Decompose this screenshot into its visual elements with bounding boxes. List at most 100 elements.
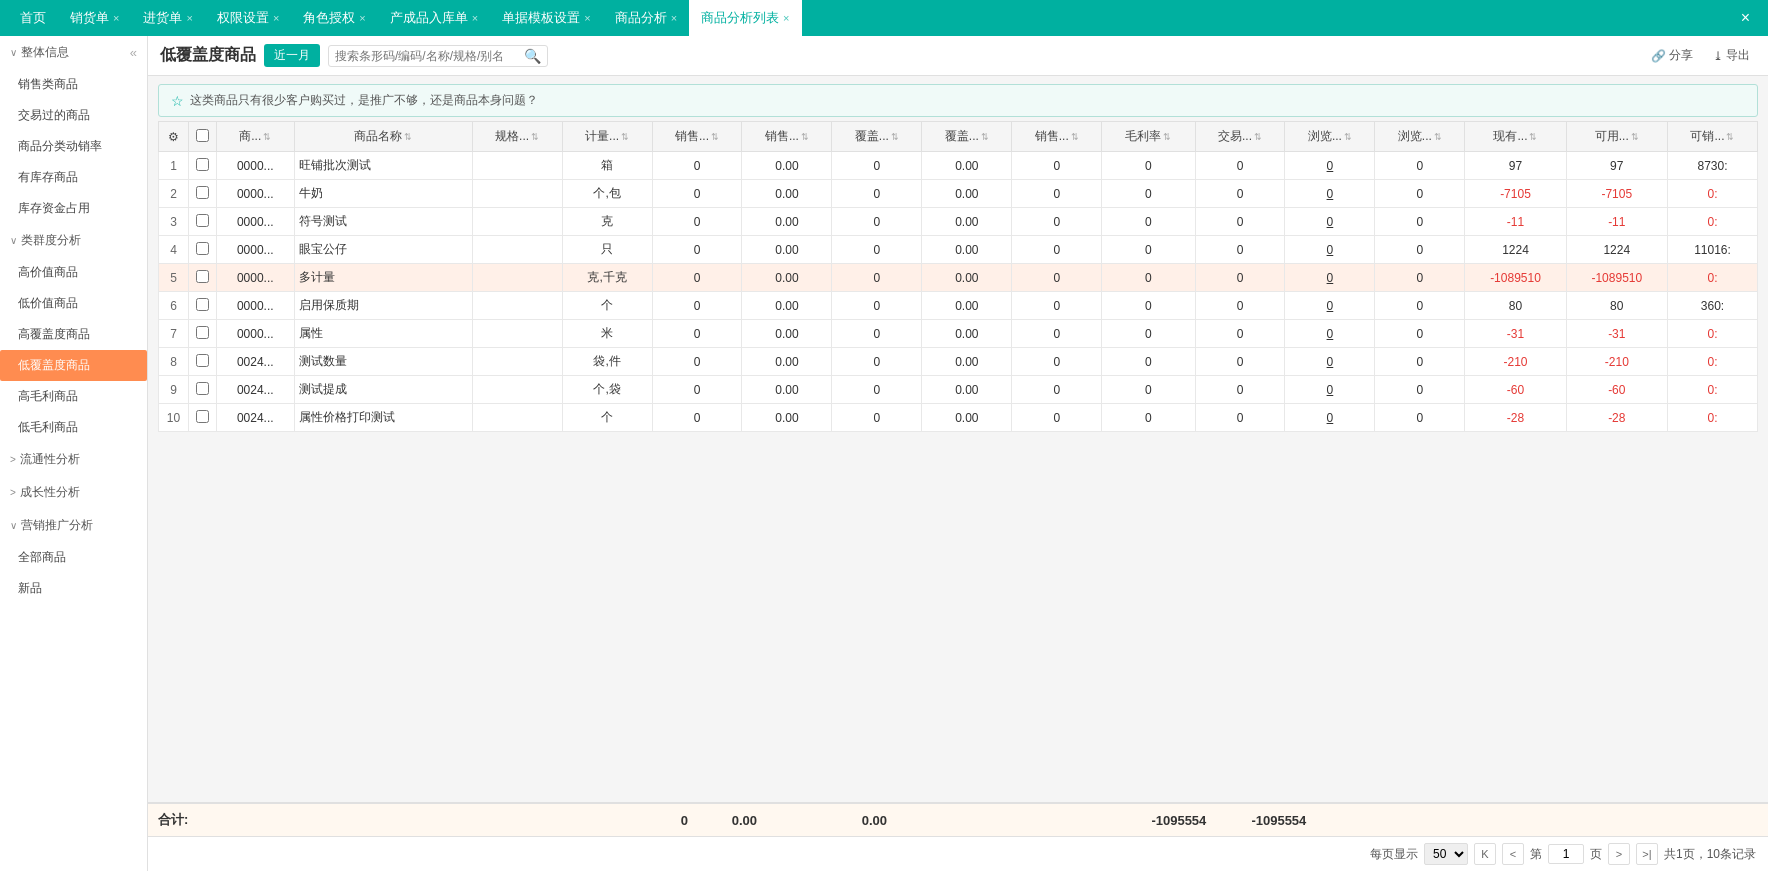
sidebar-section-growth[interactable]: > 成长性分析 (0, 476, 147, 509)
close-icon[interactable]: × (113, 12, 119, 24)
row-name[interactable]: 多计量 (294, 264, 472, 292)
window-close-button[interactable]: × (1731, 0, 1760, 36)
close-icon[interactable]: × (186, 12, 192, 24)
sidebar-item-high-margin[interactable]: 高毛利商品 (0, 381, 147, 412)
close-icon[interactable]: × (472, 12, 478, 24)
row-checkbox[interactable] (189, 376, 217, 404)
nav-product-analysis-list[interactable]: 商品分析列表 × (689, 0, 801, 36)
nav-role[interactable]: 角色授权 × (291, 0, 377, 36)
close-icon[interactable]: × (273, 12, 279, 24)
col-spec[interactable]: 规格...⇅ (472, 122, 562, 152)
col-sales-count[interactable]: 销售...⇅ (1012, 122, 1102, 152)
sidebar-item-capital[interactable]: 库存资金占用 (0, 193, 147, 224)
row-name[interactable]: 眼宝公仔 (294, 236, 472, 264)
nav-template[interactable]: 单据模板设置 × (490, 0, 602, 36)
row-gross-margin: 0 (1102, 236, 1195, 264)
row-checkbox[interactable] (189, 320, 217, 348)
row-browse1[interactable]: 0 (1285, 236, 1375, 264)
sidebar-item-low-margin[interactable]: 低毛利商品 (0, 412, 147, 443)
sidebar-item-sales-products[interactable]: 销售类商品 (0, 69, 147, 100)
nav-product-analysis[interactable]: 商品分析 × (603, 0, 689, 36)
row-name[interactable]: 测试数量 (294, 348, 472, 376)
sidebar-item-in-stock[interactable]: 有库存商品 (0, 162, 147, 193)
row-browse1[interactable]: 0 (1285, 264, 1375, 292)
row-name[interactable]: 测试提成 (294, 376, 472, 404)
row-name[interactable]: 符号测试 (294, 208, 472, 236)
sidebar-item-high-value[interactable]: 高价值商品 (0, 257, 147, 288)
nav-home[interactable]: 首页 (8, 0, 58, 36)
sidebar-item-traded[interactable]: 交易过的商品 (0, 100, 147, 131)
row-name[interactable]: 属性价格打印测试 (294, 404, 472, 432)
sidebar-item-new-products[interactable]: 新品 (0, 573, 147, 604)
row-name[interactable]: 启用保质期 (294, 292, 472, 320)
search-icon[interactable]: 🔍 (524, 48, 541, 64)
search-input[interactable] (335, 49, 524, 63)
sidebar-item-category-rate[interactable]: 商品分类动销率 (0, 131, 147, 162)
sidebar-item-high-coverage[interactable]: 高覆盖度商品 (0, 319, 147, 350)
select-all-checkbox[interactable] (196, 129, 209, 142)
row-browse1[interactable]: 0 (1285, 152, 1375, 180)
col-sales-amount[interactable]: 销售...⇅ (742, 122, 832, 152)
row-sales-amount: 0.00 (742, 208, 832, 236)
row-sales-amount: 0.00 (742, 376, 832, 404)
col-coverage1[interactable]: 覆盖...⇅ (832, 122, 922, 152)
col-sellable[interactable]: 可销...⇅ (1667, 122, 1757, 152)
row-browse1[interactable]: 0 (1285, 180, 1375, 208)
row-browse1[interactable]: 0 (1285, 376, 1375, 404)
col-unit[interactable]: 计量...⇅ (562, 122, 652, 152)
sidebar-section-overall[interactable]: ∨ 整体信息 « (0, 36, 147, 69)
row-checkbox[interactable] (189, 264, 217, 292)
sidebar-item-low-coverage[interactable]: 低覆盖度商品 (0, 350, 147, 381)
prev-page-button[interactable]: < (1502, 843, 1524, 865)
sidebar-section-marketing[interactable]: ∨ 营销推广分析 (0, 509, 147, 542)
col-gross-margin[interactable]: 毛利率⇅ (1102, 122, 1195, 152)
row-checkbox[interactable] (189, 404, 217, 432)
row-checkbox[interactable] (189, 348, 217, 376)
nav-product-warehouse[interactable]: 产成品入库单 × (378, 0, 490, 36)
row-browse1[interactable]: 0 (1285, 348, 1375, 376)
first-page-button[interactable]: K (1474, 843, 1496, 865)
col-code[interactable]: 商...⇅ (217, 122, 295, 152)
next-page-button[interactable]: > (1608, 843, 1630, 865)
row-name[interactable]: 牛奶 (294, 180, 472, 208)
row-name[interactable]: 属性 (294, 320, 472, 348)
sidebar-collapse-btn[interactable]: « (130, 45, 137, 60)
row-browse1[interactable]: 0 (1285, 292, 1375, 320)
sidebar-section-cluster[interactable]: ∨ 类群度分析 (0, 224, 147, 257)
close-icon[interactable]: × (584, 12, 590, 24)
col-coverage2[interactable]: 覆盖...⇅ (922, 122, 1012, 152)
col-settings[interactable]: ⚙ (159, 122, 189, 152)
close-icon[interactable]: × (359, 12, 365, 24)
col-transaction[interactable]: 交易...⇅ (1195, 122, 1285, 152)
sidebar-item-low-value[interactable]: 低价值商品 (0, 288, 147, 319)
row-checkbox[interactable] (189, 236, 217, 264)
row-checkbox[interactable] (189, 152, 217, 180)
export-button[interactable]: ⤓ 导出 (1707, 44, 1756, 67)
share-button[interactable]: 🔗 分享 (1645, 44, 1699, 67)
last-page-button[interactable]: >| (1636, 843, 1658, 865)
current-page-input[interactable] (1548, 844, 1584, 864)
nav-purchase[interactable]: 进货单 × (131, 0, 204, 36)
row-checkbox[interactable] (189, 180, 217, 208)
per-page-select[interactable]: 50 (1424, 843, 1468, 865)
row-browse1[interactable]: 0 (1285, 320, 1375, 348)
col-browse2[interactable]: 浏览...⇅ (1375, 122, 1465, 152)
sidebar-item-all-products[interactable]: 全部商品 (0, 542, 147, 573)
sidebar-section-liquidity[interactable]: > 流通性分析 (0, 443, 147, 476)
col-name[interactable]: 商品名称⇅ (294, 122, 472, 152)
row-checkbox[interactable] (189, 292, 217, 320)
col-browse1[interactable]: 浏览...⇅ (1285, 122, 1375, 152)
row-browse1[interactable]: 0 (1285, 404, 1375, 432)
col-current-stock[interactable]: 现有...⇅ (1465, 122, 1566, 152)
row-name[interactable]: 旺铺批次测试 (294, 152, 472, 180)
col-sales-qty[interactable]: 销售...⇅ (652, 122, 742, 152)
close-icon[interactable]: × (783, 12, 789, 24)
row-transaction: 0 (1195, 236, 1285, 264)
time-filter-button[interactable]: 近一月 (264, 44, 320, 67)
row-checkbox[interactable] (189, 208, 217, 236)
col-available-stock[interactable]: 可用...⇅ (1566, 122, 1667, 152)
nav-permission[interactable]: 权限设置 × (205, 0, 291, 36)
nav-sales[interactable]: 销货单 × (58, 0, 131, 36)
close-icon[interactable]: × (671, 12, 677, 24)
row-browse1[interactable]: 0 (1285, 208, 1375, 236)
